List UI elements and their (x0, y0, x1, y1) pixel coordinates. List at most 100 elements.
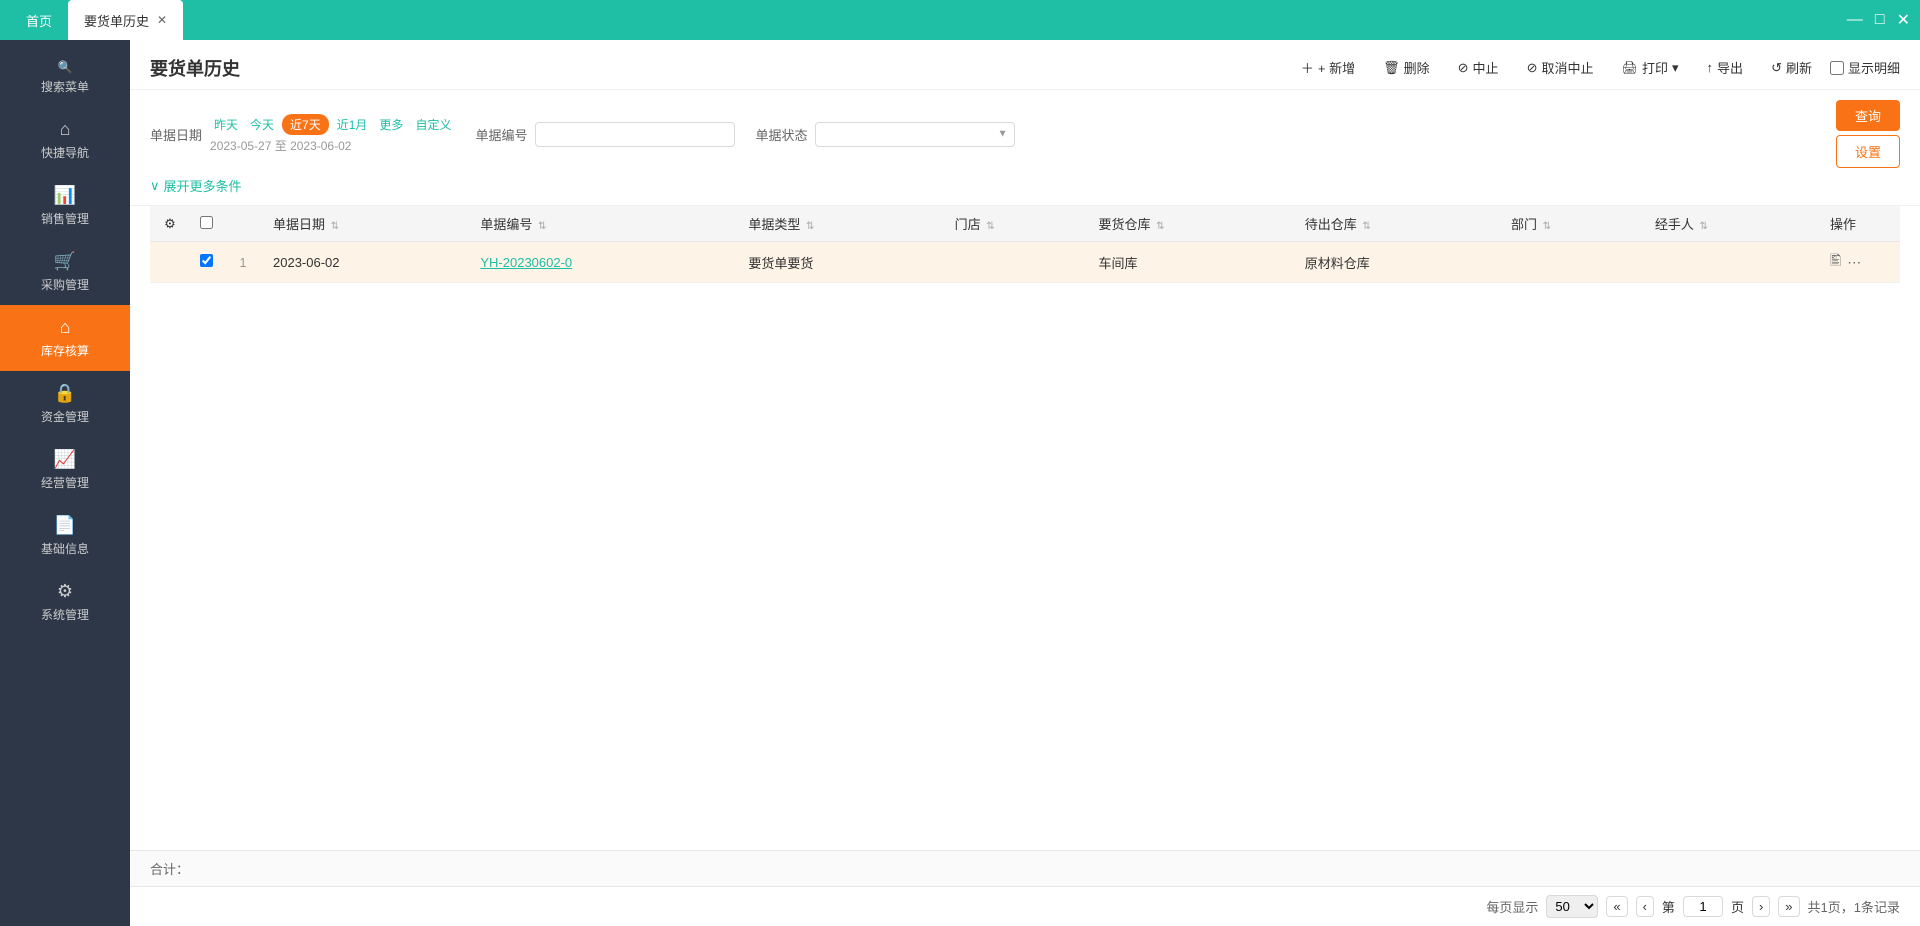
th-ops: 操作 (1820, 206, 1900, 242)
expand-more-label: 展开更多条件 (164, 176, 242, 195)
new-icon: ＋ (1301, 58, 1314, 77)
select-all-checkbox[interactable] (200, 216, 213, 229)
sidebar-item-system[interactable]: ⚙ 系统管理 (0, 569, 130, 635)
operation-icon: 📈 (54, 449, 76, 470)
search-icon: 🔍 (58, 60, 73, 74)
minimize-icon[interactable]: — (1847, 11, 1863, 29)
page-size-label: 每页显示 (1486, 897, 1538, 916)
delete-button[interactable]: 🗑 删除 (1373, 54, 1440, 81)
export-button[interactable]: ↑ 导出 (1697, 54, 1754, 81)
page-input-prefix: 第 (1662, 897, 1675, 916)
close-window-icon[interactable]: ✕ (1897, 10, 1910, 30)
shortcut-custom[interactable]: 自定义 (411, 114, 455, 135)
row-docno-link[interactable]: YH-20230602-0 (480, 255, 572, 270)
row-pending-wh-cell: 原材料仓库 (1295, 242, 1501, 283)
last-page-button[interactable]: » (1778, 896, 1799, 917)
th-dept: 部门 ⇅ (1501, 206, 1645, 242)
th-docno: 单据编号 ⇅ (470, 206, 738, 242)
row-gear-cell (150, 242, 190, 283)
query-button[interactable]: 查询 (1836, 100, 1900, 131)
tab-requisition-history[interactable]: 要货单历史 ✕ (68, 0, 183, 40)
th-handler: 经手人 ⇅ (1645, 206, 1820, 242)
status-select[interactable] (815, 122, 1015, 147)
sidebar-item-basic-info[interactable]: 📄 基础信息 (0, 503, 130, 569)
sort-handler-icon[interactable]: ⇅ (1700, 221, 1708, 232)
row-more-icon[interactable]: ⋯ (1847, 254, 1861, 271)
first-page-button[interactable]: « (1606, 896, 1627, 917)
row-view-icon[interactable]: 🖺 (1830, 250, 1841, 274)
th-handler-label: 经手人 (1655, 217, 1694, 232)
sidebar-search-label: 搜索菜单 (41, 78, 89, 95)
page-size-select[interactable]: 20 50 100 200 (1546, 895, 1598, 918)
sidebar-item-sales[interactable]: 📊 销售管理 (0, 173, 130, 239)
expand-more[interactable]: ∨ 展开更多条件 (150, 176, 1900, 195)
th-store: 门店 ⇅ (945, 206, 1089, 242)
shortcut-today[interactable]: 今天 (246, 114, 278, 135)
sidebar-search[interactable]: 🔍 搜索菜单 (0, 48, 130, 107)
tab-close-icon[interactable]: ✕ (157, 13, 167, 27)
sidebar-label-operation: 经营管理 (41, 474, 89, 491)
shortcut-7days[interactable]: 近7天 (282, 114, 329, 135)
cancel-suspend-button[interactable]: ⊘ 取消中止 (1517, 54, 1604, 81)
shortcut-1month[interactable]: 近1月 (333, 114, 372, 135)
print-button[interactable]: 🖨 打印 ▾ (1611, 54, 1688, 81)
next-page-button[interactable]: › (1752, 896, 1770, 917)
th-pending-warehouse: 待出仓库 ⇅ (1295, 206, 1501, 242)
page-number-input[interactable] (1683, 896, 1723, 917)
tab-home-label: 首页 (26, 11, 52, 30)
data-table: ⚙ 单据日期 ⇅ 单据编号 ⇅ (150, 206, 1900, 283)
sidebar-item-inventory[interactable]: ⌂ 库存核算 (0, 305, 130, 371)
sidebar-label-system: 系统管理 (41, 606, 89, 623)
page-title: 要货单历史 (150, 55, 240, 81)
sort-req-wh-icon[interactable]: ⇅ (1156, 221, 1164, 232)
sort-pending-wh-icon[interactable]: ⇅ (1362, 221, 1370, 232)
th-doctype: 单据类型 ⇅ (738, 206, 944, 242)
sort-docno-icon[interactable]: ⇅ (538, 221, 546, 232)
sidebar-label-fund: 资金管理 (41, 408, 89, 425)
sort-store-icon[interactable]: ⇅ (986, 221, 994, 232)
shortcut-more[interactable]: 更多 (375, 114, 407, 135)
sidebar-item-operation[interactable]: 📈 经营管理 (0, 437, 130, 503)
docno-input[interactable] (535, 122, 735, 147)
row-date-cell: 2023-06-02 (263, 242, 470, 283)
show-detail-checkbox[interactable] (1830, 61, 1844, 75)
row-handler-cell (1645, 242, 1820, 283)
sort-date-icon[interactable]: ⇅ (331, 221, 339, 232)
cancel-suspend-label: 取消中止 (1541, 58, 1593, 77)
sidebar-item-fund[interactable]: 🔒 资金管理 (0, 371, 130, 437)
date-shortcut-list: 昨天 今天 近7天 近1月 更多 自定义 (210, 114, 455, 135)
refresh-button[interactable]: ↺ 刷新 (1761, 54, 1822, 81)
new-label: + 新增 (1318, 58, 1355, 77)
gear-icon[interactable]: ⚙ (164, 216, 176, 231)
prev-page-button[interactable]: ‹ (1636, 896, 1654, 917)
suspend-button[interactable]: ⊘ 中止 (1448, 54, 1509, 81)
maximize-icon[interactable]: □ (1875, 11, 1885, 29)
tab-bar: 首页 要货单历史 ✕ (10, 0, 183, 40)
window-controls: — □ ✕ (1847, 10, 1910, 30)
table-header: ⚙ 单据日期 ⇅ 单据编号 ⇅ (150, 206, 1900, 242)
tab-home[interactable]: 首页 (10, 0, 68, 40)
sort-doctype-icon[interactable]: ⇅ (806, 221, 814, 232)
sort-dept-icon[interactable]: ⇅ (1543, 221, 1551, 232)
chevron-down-icon: ∨ (150, 178, 160, 194)
row-checkbox-cell (190, 242, 223, 283)
shortcut-yesterday[interactable]: 昨天 (210, 114, 242, 135)
sidebar-item-purchase[interactable]: 🛒 采购管理 (0, 239, 130, 305)
print-label: 打印 (1642, 58, 1668, 77)
filter-actions: 查询 设置 (1836, 100, 1900, 168)
setting-button[interactable]: 设置 (1836, 135, 1900, 168)
show-detail-toggle[interactable]: 显示明细 (1830, 58, 1900, 77)
th-docno-label: 单据编号 (480, 217, 532, 232)
row-checkbox[interactable] (200, 254, 213, 267)
new-button[interactable]: ＋ + 新增 (1291, 54, 1365, 81)
table-wrapper: ⚙ 单据日期 ⇅ 单据编号 ⇅ (130, 206, 1920, 850)
refresh-icon: ↺ (1771, 60, 1782, 76)
sidebar-item-quick-nav[interactable]: ⌂ 快捷导航 (0, 107, 130, 173)
delete-label: 删除 (1404, 58, 1430, 77)
status-label: 单据状态 (755, 125, 807, 144)
cancel-suspend-icon: ⊘ (1527, 60, 1538, 76)
system-icon: ⚙ (57, 581, 73, 602)
sidebar-label-quick-nav: 快捷导航 (41, 144, 89, 161)
date-filter-group: 单据日期 昨天 今天 近7天 近1月 更多 自定义 2023-05-27 至 2… (150, 114, 455, 154)
delete-icon: 🗑 (1383, 60, 1400, 76)
